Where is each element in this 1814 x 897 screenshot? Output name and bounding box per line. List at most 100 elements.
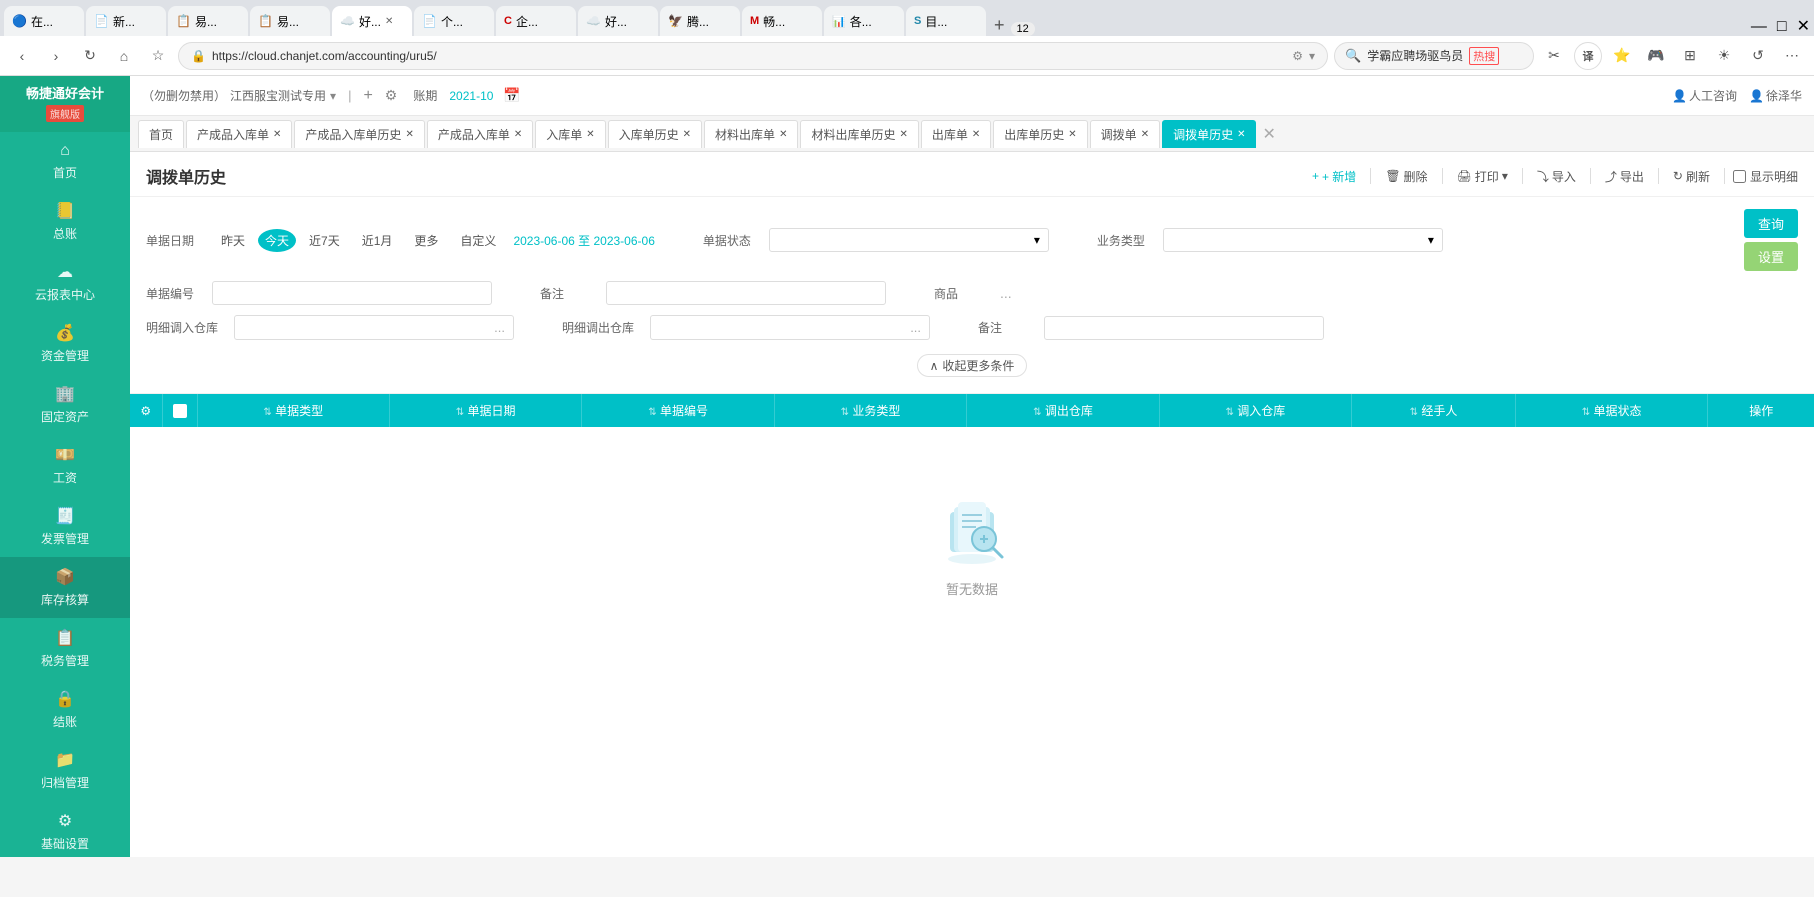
user-info[interactable]: 👤 徐泽华 [1749, 87, 1802, 104]
browser-tab-10[interactable]: M 畅... [742, 6, 822, 36]
address-bar[interactable]: 🔒 https://cloud.chanjet.com/accounting/u… [178, 42, 1328, 70]
th-check[interactable] [162, 394, 197, 427]
translate-btn[interactable]: 译 [1574, 42, 1602, 70]
close-all-tabs-btn[interactable]: ✕ [1262, 124, 1275, 144]
refresh-btn-page[interactable]: ↻ 刷新 [1667, 165, 1716, 188]
th-in-warehouse[interactable]: ⇅ 调入仓库 [1159, 394, 1351, 427]
tab-close-5[interactable]: ✕ [385, 16, 393, 27]
game-btn[interactable]: 🎮 [1642, 42, 1670, 70]
out-warehouse-ellipsis[interactable]: ... [910, 320, 921, 335]
browser-tab-2[interactable]: 📄 新... [86, 6, 166, 36]
tab-inbound-history[interactable]: 入库单历史 ✕ [608, 120, 702, 148]
tab-material-outbound[interactable]: 材料出库单 ✕ [704, 120, 798, 148]
tab-outbound-history[interactable]: 出库单历史 ✕ [993, 120, 1087, 148]
select-all-checkbox[interactable] [173, 404, 187, 418]
sidebar-item-fixed-assets[interactable]: 🏢 固定资产 [0, 374, 130, 435]
date-btn-1month[interactable]: 近1月 [353, 229, 402, 252]
tab-transfer[interactable]: 调拨单 ✕ [1090, 120, 1160, 148]
out-warehouse-input[interactable]: ... [650, 315, 930, 340]
scissors-btn[interactable]: ✂ [1540, 42, 1568, 70]
theme-btn[interactable]: ☀ [1710, 42, 1738, 70]
tab-product-inbound[interactable]: 产成品入库单 ✕ [186, 120, 292, 148]
sidebar-item-basic-settings[interactable]: ⚙ 基础设置 [0, 801, 130, 857]
calendar-icon[interactable]: 📅 [503, 87, 520, 104]
browser-tab-1[interactable]: 🔵 在... [4, 6, 84, 36]
remark-input[interactable] [606, 281, 886, 305]
service-btn[interactable]: 👤 人工咨询 [1672, 87, 1737, 104]
tab-home[interactable]: 首页 [138, 120, 184, 148]
in-warehouse-input[interactable]: ... [234, 315, 514, 340]
sidebar-item-fund[interactable]: 💰 资金管理 [0, 313, 130, 374]
sidebar-item-inventory[interactable]: 📦 库存核算 [0, 557, 130, 618]
sidebar-item-home[interactable]: ⌂ 首页 [0, 132, 130, 191]
tab-transfer-history-close[interactable]: ✕ [1237, 129, 1245, 140]
display-toggle[interactable]: 显示明细 [1733, 168, 1798, 185]
setting-btn[interactable]: 设置 [1744, 242, 1798, 271]
sidebar-item-ledger[interactable]: 📒 总账 [0, 191, 130, 252]
tab-outbound[interactable]: 出库单 ✕ [921, 120, 991, 148]
add-company-btn[interactable]: + [363, 87, 372, 105]
back-btn[interactable]: ‹ [8, 42, 36, 70]
in-warehouse-ellipsis[interactable]: ... [494, 320, 505, 335]
minimize-btn[interactable]: — [1751, 18, 1767, 36]
browser-tab-3[interactable]: 📋 易... [168, 6, 248, 36]
more-btn[interactable]: ⋯ [1778, 42, 1806, 70]
th-doc-date[interactable]: ⇅ 单据日期 [389, 394, 581, 427]
th-gear[interactable]: ⚙ [130, 394, 162, 427]
maximize-btn[interactable]: □ [1777, 18, 1787, 36]
tab-material-outbound-close[interactable]: ✕ [779, 129, 787, 140]
sidebar-item-archive[interactable]: 📁 归档管理 [0, 740, 130, 801]
query-btn[interactable]: 查询 [1744, 209, 1798, 238]
th-doc-type[interactable]: ⇅ 单据类型 [197, 394, 389, 427]
tab-product-inbound2[interactable]: 产成品入库单 ✕ [427, 120, 533, 148]
sidebar-item-closing[interactable]: 🔒 结账 [0, 679, 130, 740]
star-btn[interactable]: ⭐ [1608, 42, 1636, 70]
tab-material-outbound-history[interactable]: 材料出库单历史 ✕ [800, 120, 918, 148]
tab-material-outbound-history-close[interactable]: ✕ [899, 129, 907, 140]
date-btn-custom[interactable]: 自定义 [451, 229, 505, 252]
tab-product-inbound-history[interactable]: 产成品入库单历史 ✕ [294, 120, 424, 148]
date-btn-yesterday[interactable]: 昨天 [212, 229, 254, 252]
new-tab-btn[interactable]: + [994, 15, 1005, 36]
th-handler[interactable]: ⇅ 经手人 [1352, 394, 1516, 427]
tab-transfer-history[interactable]: 调拨单历史 ✕ [1162, 120, 1256, 148]
settings-gear-icon[interactable]: ⚙ [385, 87, 398, 104]
company-selector[interactable]: （勿删勿禁用） 江西服宝测试专用 ▾ [142, 87, 336, 104]
display-toggle-checkbox[interactable] [1733, 170, 1746, 183]
status-filter-select[interactable]: ▾ [769, 228, 1049, 252]
out-remark-input[interactable] [1044, 316, 1324, 340]
delete-btn[interactable]: 🗑 删除 [1379, 165, 1433, 188]
tab-product-inbound-close[interactable]: ✕ [273, 129, 281, 140]
browser-tab-5[interactable]: ☁️ 好... ✕ [332, 6, 412, 36]
sidebar-item-cloud-report[interactable]: ☁ 云报表中心 [0, 252, 130, 313]
print-btn[interactable]: 🖨 打印 ▾ [1451, 165, 1514, 188]
date-btn-today[interactable]: 今天 [258, 229, 296, 252]
sidebar-item-tax[interactable]: 📋 税务管理 [0, 618, 130, 679]
browser-tab-11[interactable]: 📊 各... [824, 6, 904, 36]
home-btn[interactable]: ⌂ [110, 42, 138, 70]
refresh-btn[interactable]: ↻ [76, 42, 104, 70]
browser-tab-6[interactable]: 📄 个... [414, 6, 494, 36]
tab-outbound-history-close[interactable]: ✕ [1068, 129, 1076, 140]
biz-type-filter-select[interactable]: ▾ [1163, 228, 1443, 252]
sidebar-item-invoice[interactable]: 🧾 发票管理 [0, 496, 130, 557]
browser-tab-8[interactable]: ☁️ 好... [578, 6, 658, 36]
bookmark-btn[interactable]: ☆ [144, 42, 172, 70]
tab-outbound-close[interactable]: ✕ [972, 129, 980, 140]
search-bar[interactable]: 🔍 学霸应聘场驱鸟员 热搜 [1334, 42, 1534, 70]
tab-transfer-close[interactable]: ✕ [1141, 129, 1149, 140]
doc-no-input[interactable] [212, 281, 492, 305]
date-btn-more[interactable]: 更多 [405, 229, 447, 252]
grid-btn[interactable]: ⊞ [1676, 42, 1704, 70]
browser-tab-7[interactable]: C 企... [496, 6, 576, 36]
goods-ellipsis-btn[interactable]: ... [1000, 285, 1012, 301]
browser-tab-4[interactable]: 📋 易... [250, 6, 330, 36]
collapse-btn[interactable]: ∧ 收起更多条件 [917, 354, 1028, 377]
th-out-warehouse[interactable]: ⇅ 调出仓库 [967, 394, 1159, 427]
th-doc-no[interactable]: ⇅ 单据编号 [582, 394, 774, 427]
new-btn[interactable]: + + 新增 [1306, 165, 1362, 188]
browser-tab-12[interactable]: S 目... [906, 6, 986, 36]
forward-btn[interactable]: › [42, 42, 70, 70]
close-btn[interactable]: ✕ [1797, 16, 1810, 36]
th-biz-type[interactable]: ⇅ 业务类型 [774, 394, 966, 427]
